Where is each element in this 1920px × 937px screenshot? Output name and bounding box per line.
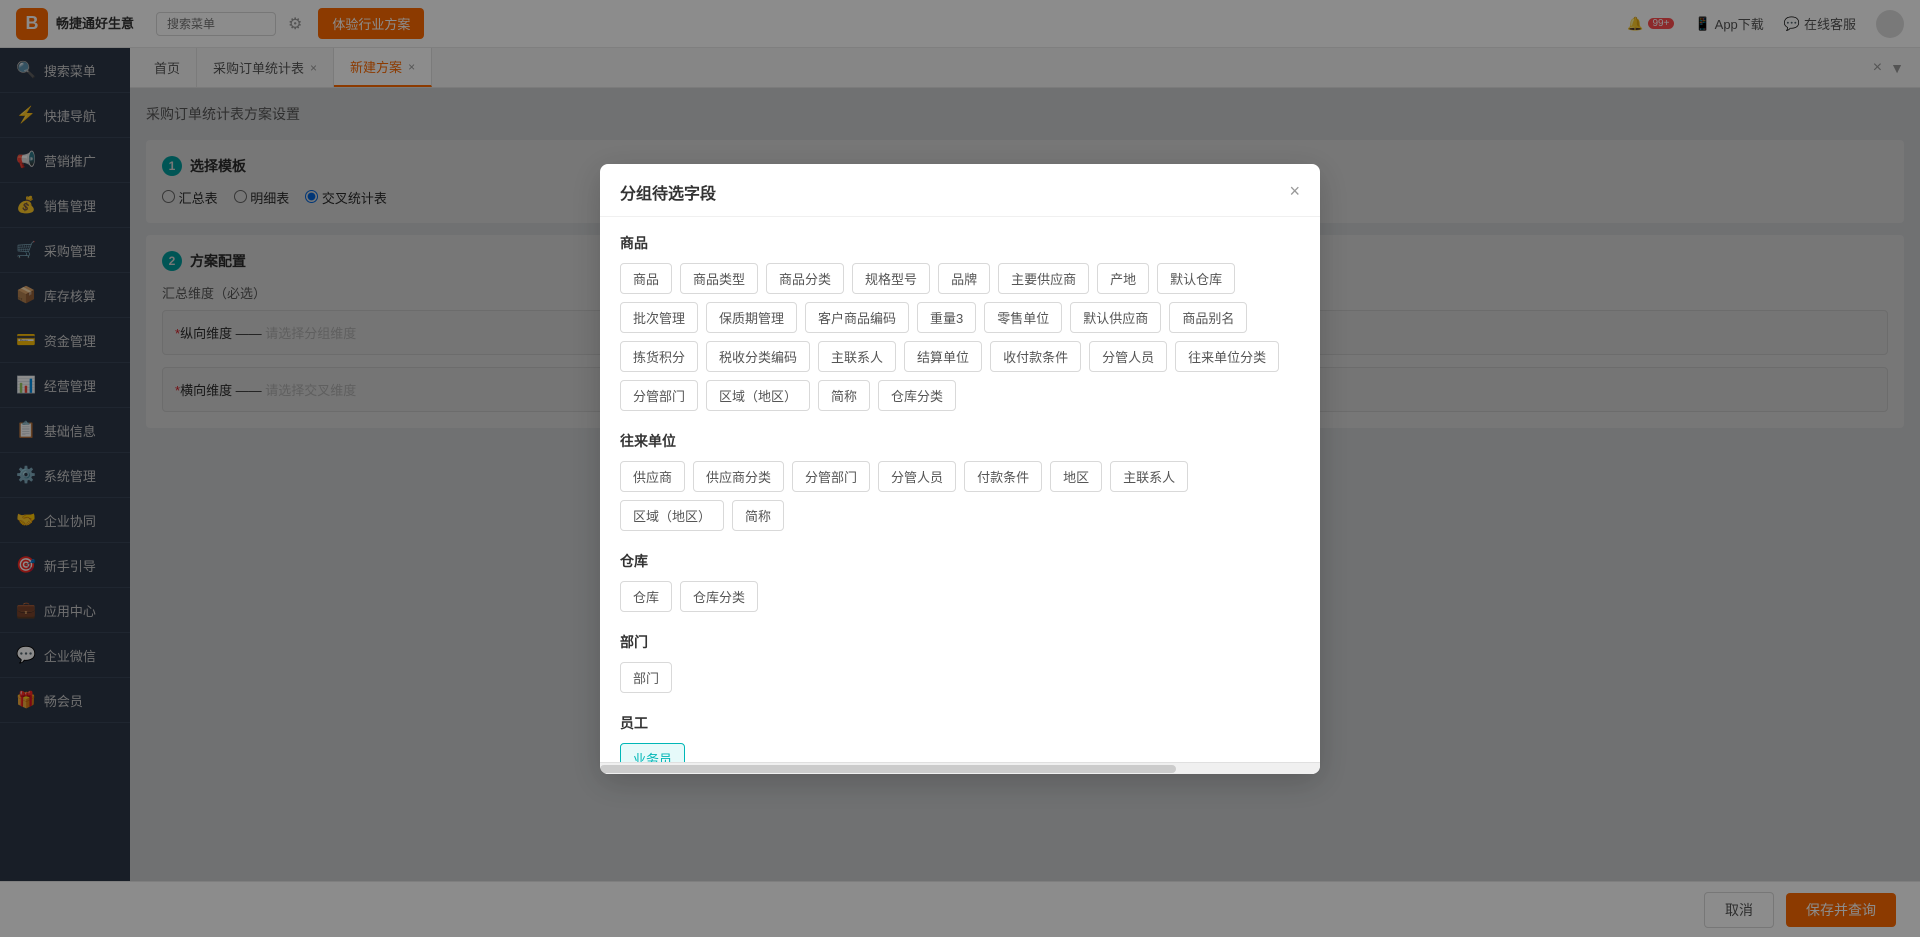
field-tag-batch-mgmt[interactable]: 批次管理	[620, 302, 698, 333]
partner-field-tags: 供应商 供应商分类 分管部门 分管人员 付款条件 地区 主联系人 区域（地区） …	[620, 461, 1300, 531]
modal-header: 分组待选字段 ×	[600, 164, 1320, 217]
section-department: 部门 部门	[620, 632, 1300, 693]
field-tag-default-supplier[interactable]: 默认供应商	[1070, 302, 1161, 333]
field-tag-short-name2[interactable]: 简称	[732, 500, 784, 531]
field-tag-warehouse-cat[interactable]: 仓库分类	[680, 581, 758, 612]
field-tag-department[interactable]: 部门	[620, 662, 672, 693]
modal-overlay: 分组待选字段 × 商品 商品 商品类型 商品分类 规格型号 品牌 主要供应商 产…	[0, 0, 1920, 937]
field-tag-pick-points[interactable]: 拣货积分	[620, 341, 698, 372]
modal-horizontal-scrollbar[interactable]	[600, 762, 1320, 774]
field-tag-retail-unit[interactable]: 零售单位	[984, 302, 1062, 333]
modal-close-button[interactable]: ×	[1289, 181, 1300, 202]
modal-title: 分组待选字段	[620, 180, 716, 204]
field-tag-goods-category[interactable]: 商品分类	[766, 263, 844, 294]
field-tag-brand[interactable]: 品牌	[938, 263, 990, 294]
field-tag-weight[interactable]: 重量3	[917, 302, 976, 333]
section-department-title: 部门	[620, 632, 1300, 652]
field-tag-supplier-category[interactable]: 供应商分类	[693, 461, 784, 492]
field-tag-partner-category[interactable]: 往来单位分类	[1175, 341, 1279, 372]
field-tag-customer-code[interactable]: 客户商品编码	[805, 302, 909, 333]
field-tag-goods[interactable]: 商品	[620, 263, 672, 294]
field-tag-main-contact2[interactable]: 主联系人	[1110, 461, 1188, 492]
field-tag-partner-manager[interactable]: 分管人员	[878, 461, 956, 492]
field-tag-payment-condition[interactable]: 付款条件	[964, 461, 1042, 492]
section-employee: 员工 业务员	[620, 713, 1300, 762]
section-warehouse-title: 仓库	[620, 551, 1300, 571]
field-tag-warehouse[interactable]: 仓库	[620, 581, 672, 612]
field-tag-dept[interactable]: 分管部门	[620, 380, 698, 411]
field-tag-tax-code[interactable]: 税收分类编码	[706, 341, 810, 372]
dept-field-tags: 部门	[620, 662, 1300, 693]
field-tag-origin[interactable]: 产地	[1097, 263, 1149, 294]
field-tag-expiry-mgmt[interactable]: 保质期管理	[706, 302, 797, 333]
field-tag-short-name[interactable]: 简称	[818, 380, 870, 411]
goods-field-tags: 商品 商品类型 商品分类 规格型号 品牌 主要供应商 产地 默认仓库 批次管理 …	[620, 263, 1300, 411]
warehouse-field-tags: 仓库 仓库分类	[620, 581, 1300, 612]
field-tag-area[interactable]: 地区	[1050, 461, 1102, 492]
employee-field-tags: 业务员	[620, 743, 1300, 762]
field-tag-supplier[interactable]: 供应商	[620, 461, 685, 492]
section-employee-title: 员工	[620, 713, 1300, 733]
field-tag-main-supplier[interactable]: 主要供应商	[998, 263, 1089, 294]
section-partner: 往来单位 供应商 供应商分类 分管部门 分管人员 付款条件 地区 主联系人 区域…	[620, 431, 1300, 531]
field-tag-goods-type[interactable]: 商品类型	[680, 263, 758, 294]
field-tag-salesman[interactable]: 业务员	[620, 743, 685, 762]
modal: 分组待选字段 × 商品 商品 商品类型 商品分类 规格型号 品牌 主要供应商 产…	[600, 164, 1320, 774]
section-goods-title: 商品	[620, 233, 1300, 253]
field-tag-spec-model[interactable]: 规格型号	[852, 263, 930, 294]
modal-body[interactable]: 商品 商品 商品类型 商品分类 规格型号 品牌 主要供应商 产地 默认仓库 批次…	[600, 217, 1320, 762]
section-partner-title: 往来单位	[620, 431, 1300, 451]
field-tag-partner-dept[interactable]: 分管部门	[792, 461, 870, 492]
field-tag-settlement-unit[interactable]: 结算单位	[904, 341, 982, 372]
field-tag-payment-terms[interactable]: 收付款条件	[990, 341, 1081, 372]
section-warehouse: 仓库 仓库 仓库分类	[620, 551, 1300, 612]
field-tag-manager[interactable]: 分管人员	[1089, 341, 1167, 372]
field-tag-main-contact[interactable]: 主联系人	[818, 341, 896, 372]
field-tag-region[interactable]: 区域（地区）	[706, 380, 810, 411]
field-tag-default-warehouse[interactable]: 默认仓库	[1157, 263, 1235, 294]
field-tag-region2[interactable]: 区域（地区）	[620, 500, 724, 531]
field-tag-goods-alias[interactable]: 商品别名	[1169, 302, 1247, 333]
field-tag-warehouse-category[interactable]: 仓库分类	[878, 380, 956, 411]
hscroll-thumb	[600, 765, 1176, 773]
section-goods: 商品 商品 商品类型 商品分类 规格型号 品牌 主要供应商 产地 默认仓库 批次…	[620, 233, 1300, 411]
